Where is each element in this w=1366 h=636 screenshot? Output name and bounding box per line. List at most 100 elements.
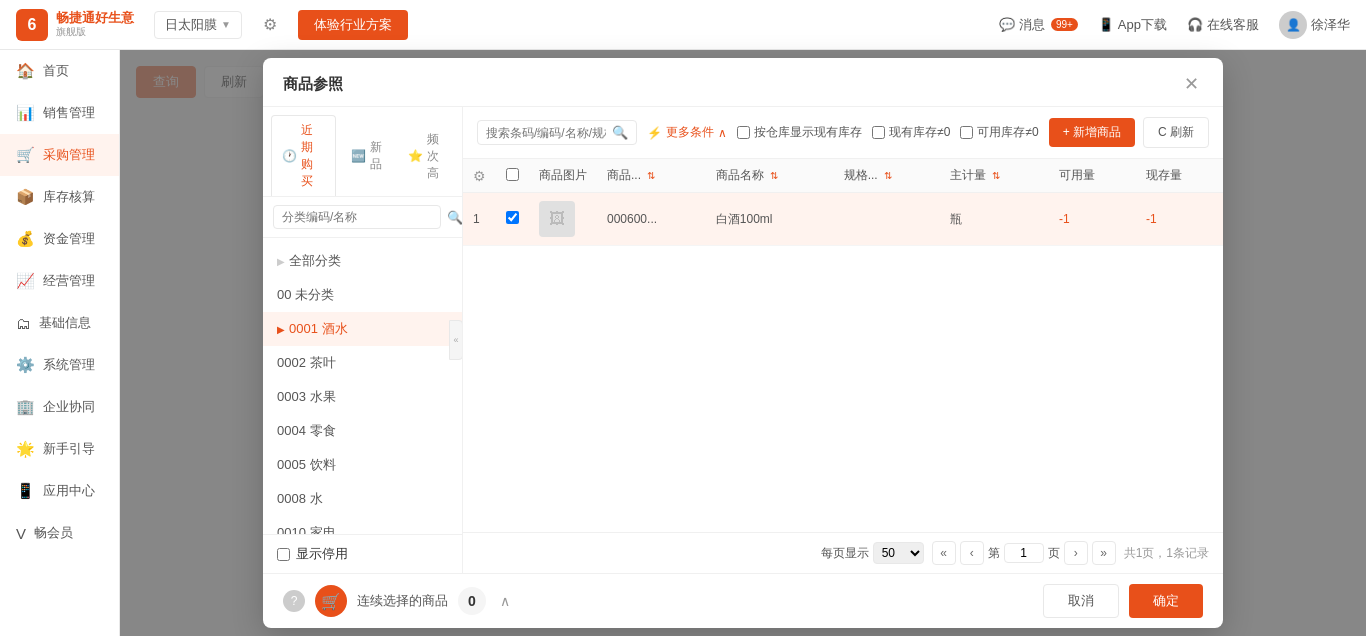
available-nonzero-checkbox-group[interactable]: 可用库存≠0 [960,124,1038,141]
display-disabled-checkbox[interactable] [277,548,290,561]
prev-page-button[interactable]: ‹ [960,541,984,565]
page-number-input[interactable] [1004,543,1044,563]
sidebar-item-inventory[interactable]: 📦 库存核算 [0,176,119,218]
app-download-item[interactable]: 📱 App下载 [1098,16,1167,34]
tab-new-label: 新品 [370,139,382,173]
warehouse-display-checkbox-group[interactable]: 按仓库显示现有库存 [737,124,862,141]
products-table: ⚙ 商品图片 [463,159,1223,246]
sidebar-item-apps[interactable]: 📱 应用中心 [0,470,119,512]
product-search-input[interactable] [486,126,606,140]
category-search-input[interactable] [273,205,441,229]
row-stock-cell: -1 [1136,193,1223,246]
cat-item-0002[interactable]: 0002 茶叶 [263,346,462,380]
filter-button[interactable]: ⚡ 更多条件 ∧ [647,124,727,141]
sidebar-item-system[interactable]: ⚙️ 系统管理 [0,344,119,386]
nav-selector[interactable]: 日太阳膜 ▼ [154,11,242,39]
confirm-button[interactable]: 确定 [1129,584,1203,618]
col-unit[interactable]: 主计量 ⇅ [940,159,1049,193]
sidebar-item-sales[interactable]: 📊 销售管理 [0,92,119,134]
footer-collapse-icon[interactable]: ∧ [500,593,510,609]
freq-icon: ⭐ [408,149,423,163]
sidebar-label-basic: 基础信息 [39,314,91,332]
sort-unit-icon: ⇅ [992,170,1000,181]
available-nonzero-checkbox[interactable] [960,126,973,139]
online-service-label: 在线客服 [1207,16,1259,34]
table-settings-icon[interactable]: ⚙ [473,168,486,184]
last-page-button[interactable]: » [1092,541,1116,565]
cat-item-0004[interactable]: 0004 零食 [263,414,462,448]
stock-nonzero-checkbox-group[interactable]: 现有库存≠0 [872,124,950,141]
product-search-box: 🔍 [477,120,637,145]
cat-0001-arrow-icon: ▶ [277,324,285,335]
try-industry-button[interactable]: 体验行业方案 [298,10,408,40]
cat-item-0001[interactable]: ▶ 0001 酒水 [263,312,462,346]
cat-item-0008[interactable]: 0008 水 [263,482,462,516]
cat-all-arrow-icon: ▶ [277,256,285,267]
add-product-button[interactable]: + 新增商品 [1049,118,1135,147]
table-row[interactable]: 1 🖼 000600... [463,193,1223,246]
category-search: 🔍 [263,197,462,238]
product-table: ⚙ 商品图片 [463,159,1223,532]
tab-recent-label: 近期购买 [301,122,325,190]
select-all-checkbox[interactable] [506,168,519,181]
app-download-label: App下载 [1118,16,1167,34]
product-thumbnail: 🖼 [539,201,575,237]
product-available: -1 [1059,212,1070,226]
tab-frequent[interactable]: ⭐ 频次高 [397,115,454,196]
refresh-button[interactable]: C 刷新 [1143,117,1209,148]
user-item[interactable]: 👤 徐泽华 [1279,11,1350,39]
enterprise-icon: 🏢 [16,398,35,416]
col-code-label: 商品... [607,168,641,182]
sidebar-item-finance[interactable]: 💰 资金管理 [0,218,119,260]
sidebar-label-enterprise: 企业协同 [43,398,95,416]
sidebar-item-guide[interactable]: 🌟 新手引导 [0,428,119,470]
category-search-icon[interactable]: 🔍 [447,210,463,225]
product-search-icon[interactable]: 🔍 [612,125,628,140]
sidebar-item-purchase[interactable]: 🛒 采购管理 [0,134,119,176]
settings-icon[interactable]: ⚙ [254,9,286,41]
toolbar-actions: + 新增商品 C 刷新 [1049,117,1209,148]
col-spec[interactable]: 规格... ⇅ [834,159,940,193]
warehouse-display-checkbox[interactable] [737,126,750,139]
sidebar-label-finance: 资金管理 [43,230,95,248]
next-page-button[interactable]: › [1064,541,1088,565]
first-page-button[interactable]: « [932,541,956,565]
row-index: 1 [463,193,496,246]
row-checkbox[interactable] [506,211,519,224]
cat-item-0010[interactable]: 0010 家电 [263,516,462,534]
purchase-icon: 🛒 [16,146,35,164]
message-item[interactable]: 💬 消息 99+ [999,16,1078,34]
available-nonzero-label: 可用库存≠0 [977,124,1038,141]
sidebar-item-home[interactable]: 🏠 首页 [0,50,119,92]
sidebar-item-operation[interactable]: 📈 经营管理 [0,260,119,302]
recent-icon: 🕐 [282,149,297,163]
apps-icon: 📱 [16,482,35,500]
product-code: 000600... [607,212,657,226]
cat-label-0002: 0002 茶叶 [277,354,336,372]
cat-item-uncategorized[interactable]: 00 未分类 [263,278,462,312]
cat-item-0005[interactable]: 0005 饮料 [263,448,462,482]
warehouse-display-label: 按仓库显示现有库存 [754,124,862,141]
cat-item-all[interactable]: ▶ 全部分类 [263,244,462,278]
col-name[interactable]: 商品名称 ⇅ [706,159,834,193]
col-code[interactable]: 商品... ⇅ [597,159,706,193]
filter-label: 更多条件 [666,124,714,141]
display-disabled-area: 显示停用 [263,534,462,573]
per-page-select[interactable]: 50 100 200 [873,542,924,564]
sidebar-item-enterprise[interactable]: 🏢 企业协同 [0,386,119,428]
app-name: 畅捷通好生意 [56,10,134,26]
tab-new-products[interactable]: 🆕 新品 [340,115,393,196]
cat-item-0003[interactable]: 0003 水果 [263,380,462,414]
app-sub: 旗舰版 [56,25,134,39]
online-service-item[interactable]: 🎧 在线客服 [1187,16,1259,34]
cart-icon-button[interactable]: 🛒 [315,585,347,617]
sidebar-item-member[interactable]: V 畅会员 [0,512,119,554]
cancel-button[interactable]: 取消 [1043,584,1119,618]
cat-collapse-button[interactable]: « [449,320,463,360]
sidebar-item-basic[interactable]: 🗂 基础信息 [0,302,119,344]
stock-nonzero-checkbox[interactable] [872,126,885,139]
help-icon[interactable]: ? [283,590,305,612]
tab-recent-purchase[interactable]: 🕐 近期购买 [271,115,336,196]
modal-close-button[interactable]: ✕ [1179,72,1203,96]
modal-overlay: 商品参照 ✕ 🕐 近期购买 🆕 [120,50,1366,636]
